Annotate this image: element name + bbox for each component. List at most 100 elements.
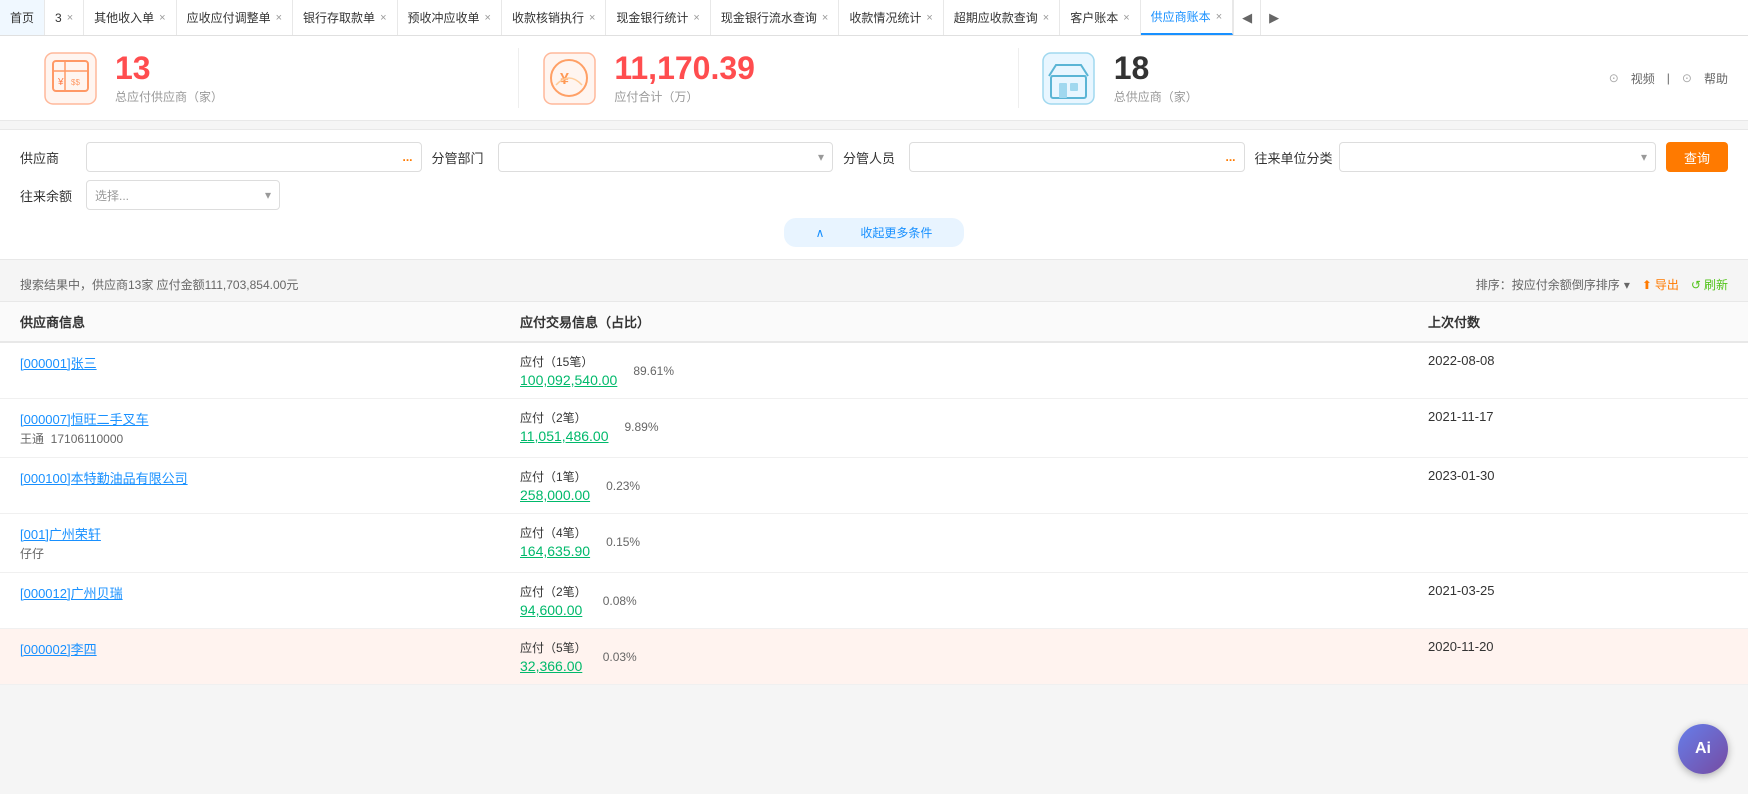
supplier-info-cell: [000007]恒旺二手叉车 王通 17106110000 bbox=[20, 409, 520, 447]
close-icon[interactable]: × bbox=[1123, 12, 1129, 24]
nav-overdue-label: 超期应收款查询 bbox=[954, 9, 1038, 26]
nav-collection-stats-label: 收款情况统计 bbox=[849, 9, 921, 26]
person-input[interactable]: ... bbox=[909, 142, 1245, 172]
close-icon[interactable]: × bbox=[693, 12, 699, 24]
store-icon bbox=[1039, 48, 1099, 108]
stat-amount-content: 11,170.39 应付合计（万） bbox=[614, 52, 755, 105]
supplier-text-input[interactable] bbox=[95, 150, 402, 164]
person-dots-icon[interactable]: ... bbox=[1225, 150, 1235, 164]
nav-arrow-right[interactable]: ▶ bbox=[1260, 0, 1287, 35]
supplier-dots-icon[interactable]: ... bbox=[402, 150, 412, 164]
supplier-link[interactable]: [000001]张三 bbox=[20, 353, 520, 372]
trans-amount[interactable]: 164,635.90 bbox=[520, 543, 590, 559]
nav-collection-stats[interactable]: 收款情况统计 × bbox=[839, 0, 943, 35]
supplier-label: 供应商 bbox=[20, 148, 80, 167]
close-icon[interactable]: × bbox=[926, 12, 932, 24]
close-icon[interactable]: × bbox=[485, 12, 491, 24]
trans-inner: 应付（5笔） 32,366.00 bbox=[520, 639, 587, 674]
trans-cell: 应付（2笔） 94,600.00 0.08% bbox=[520, 583, 1428, 618]
supplier-link[interactable]: [000100]本特勤油品有限公司 bbox=[20, 468, 520, 487]
person-label: 分管人员 bbox=[843, 148, 903, 167]
supplier-link[interactable]: [000012]广州贝瑞 bbox=[20, 583, 520, 602]
trans-cell: 应付（15笔） 100,092,540.00 89.61% bbox=[520, 353, 1428, 388]
trans-percentage: 0.03% bbox=[603, 650, 637, 664]
filter-supplier: 供应商 ... bbox=[20, 142, 422, 172]
stat-total-amount-number: 11,170.39 bbox=[614, 52, 755, 84]
nav-home-label: 首页 bbox=[10, 9, 34, 26]
close-icon[interactable]: × bbox=[159, 12, 165, 24]
collapse-button[interactable]: ∧ 收起更多条件 bbox=[784, 218, 965, 247]
export-label: 导出 bbox=[1655, 276, 1679, 293]
close-icon[interactable]: × bbox=[1216, 11, 1222, 23]
trans-label: 应付（2笔） bbox=[520, 409, 609, 426]
sort-select[interactable]: 排序：按应付余额倒序排序 ▾ bbox=[1476, 276, 1630, 293]
nav-supplier-ledger[interactable]: 供应商账本 × bbox=[1141, 0, 1233, 35]
trans-amount[interactable]: 94,600.00 bbox=[520, 602, 587, 618]
last-date: 2021-03-25 bbox=[1428, 583, 1495, 598]
supplier-link[interactable]: [000007]恒旺二手叉车 bbox=[20, 409, 520, 428]
close-icon[interactable]: × bbox=[380, 12, 386, 24]
nav-bank-deposit[interactable]: 银行存取款单 × bbox=[293, 0, 397, 35]
nav-collection-exec[interactable]: 收款核销执行 × bbox=[502, 0, 606, 35]
close-icon[interactable]: × bbox=[589, 12, 595, 24]
nav-advance-collection[interactable]: 预收冲应收单 × bbox=[398, 0, 502, 35]
chevron-down-icon: ▾ bbox=[265, 188, 271, 202]
stat-payable-content: 13 总应付供应商（家） bbox=[115, 52, 223, 105]
trans-cell: 应付（2笔） 11,051,486.00 9.89% bbox=[520, 409, 1428, 444]
filter-area: 供应商 ... 分管部门 ▾ 分管人员 ... 往来单位分类 ▾ bbox=[0, 129, 1748, 260]
nav-tab-3[interactable]: 3 × bbox=[45, 0, 84, 35]
nav-arrow-left[interactable]: ◀ bbox=[1233, 0, 1260, 35]
trans-cell: 应付（4笔） 164,635.90 0.15% bbox=[520, 524, 1428, 559]
nav-cash-bank-stats[interactable]: 现金银行统计 × bbox=[606, 0, 710, 35]
last-date-cell: 2022-08-08 bbox=[1428, 353, 1728, 368]
balance-label: 往来余额 bbox=[20, 186, 80, 205]
trans-amount[interactable]: 32,366.00 bbox=[520, 658, 587, 674]
trans-amount[interactable]: 11,051,486.00 bbox=[520, 428, 609, 444]
collapse-label: 收起更多条件 bbox=[844, 221, 948, 244]
chevron-down-icon: ▾ bbox=[1624, 278, 1630, 292]
dept-text-input[interactable] bbox=[507, 150, 818, 164]
trans-inner: 应付（2笔） 11,051,486.00 bbox=[520, 409, 609, 444]
nav-adjustment-label: 应收应付调整单 bbox=[187, 9, 271, 26]
person-text-input[interactable] bbox=[918, 150, 1225, 164]
nav-adjustment[interactable]: 应收应付调整单 × bbox=[177, 0, 293, 35]
query-button[interactable]: 查询 bbox=[1666, 142, 1728, 172]
balance-select[interactable]: 选择... ▾ bbox=[86, 180, 280, 210]
col-header-lastdate: 上次付数 bbox=[1428, 312, 1728, 331]
nav-cash-bank-flow[interactable]: 现金银行流水查询 × bbox=[711, 0, 839, 35]
supplier-info-cell: [001]广州荣轩 仔仔 bbox=[20, 524, 520, 562]
close-icon[interactable]: × bbox=[822, 12, 828, 24]
filter-dept: 分管部门 ▾ bbox=[432, 142, 834, 172]
help-link[interactable]: 帮助 bbox=[1704, 70, 1728, 87]
ai-button[interactable]: Ai bbox=[1678, 724, 1728, 774]
last-date-cell: 2023-01-30 bbox=[1428, 468, 1728, 483]
trans-percentage: 89.61% bbox=[633, 364, 674, 378]
refresh-label: 刷新 bbox=[1704, 276, 1728, 293]
nav-supplier-ledger-label: 供应商账本 bbox=[1151, 8, 1211, 25]
filter-person: 分管人员 ... bbox=[843, 142, 1245, 172]
supplier-input[interactable]: ... bbox=[86, 142, 422, 172]
trans-amount[interactable]: 258,000.00 bbox=[520, 487, 590, 503]
dept-select[interactable]: ▾ bbox=[498, 142, 834, 172]
video-link[interactable]: 视频 bbox=[1631, 70, 1655, 87]
trans-cell: 应付（5笔） 32,366.00 0.03% bbox=[520, 639, 1428, 674]
table-row: [000002]李四 应付（5笔） 32,366.00 0.03% 2020-1… bbox=[0, 629, 1748, 685]
stat-total-suppliers-number: 18 bbox=[1114, 52, 1198, 84]
sort-label: 排序：按应付余额倒序排序 bbox=[1476, 276, 1620, 293]
category-text-input[interactable] bbox=[1348, 150, 1641, 164]
nav-overdue-query[interactable]: 超期应收款查询 × bbox=[944, 0, 1060, 35]
close-icon[interactable]: × bbox=[276, 12, 282, 24]
close-icon[interactable]: × bbox=[67, 12, 73, 24]
export-button[interactable]: ⬆ 导出 bbox=[1642, 276, 1679, 293]
supplier-link[interactable]: [000002]李四 bbox=[20, 639, 520, 658]
close-icon[interactable]: × bbox=[1043, 12, 1049, 24]
supplier-link[interactable]: [001]广州荣轩 bbox=[20, 524, 520, 543]
refresh-button[interactable]: ↺ 刷新 bbox=[1691, 276, 1728, 293]
category-select[interactable]: ▾ bbox=[1339, 142, 1656, 172]
nav-other-income[interactable]: 其他收入单 × bbox=[84, 0, 176, 35]
table-row: [001]广州荣轩 仔仔 应付（4笔） 164,635.90 0.15% bbox=[0, 514, 1748, 573]
nav-customer-ledger[interactable]: 客户账本 × bbox=[1060, 0, 1140, 35]
stat-total-amount: ¥ 11,170.39 应付合计（万） bbox=[519, 48, 1018, 108]
trans-amount[interactable]: 100,092,540.00 bbox=[520, 372, 617, 388]
nav-home[interactable]: 首页 bbox=[0, 0, 45, 35]
